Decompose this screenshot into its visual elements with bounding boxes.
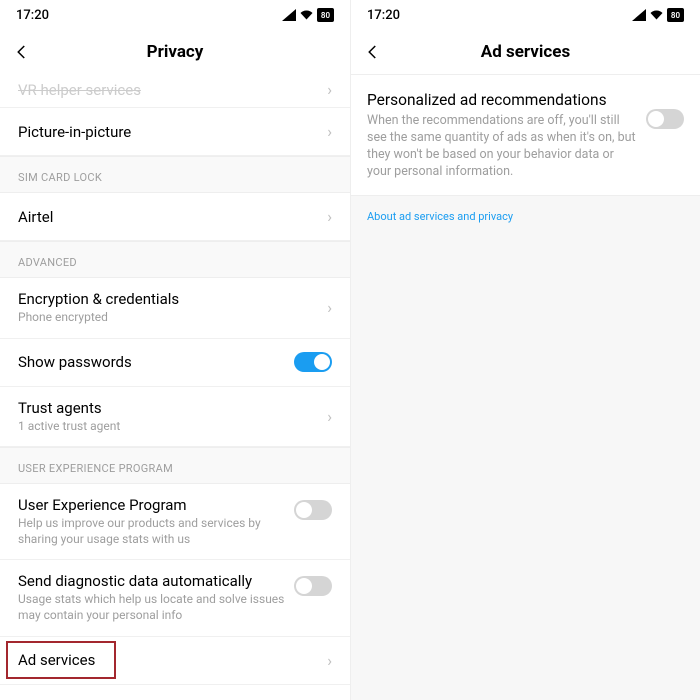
- wifi-icon: [649, 9, 664, 21]
- chevron-right-icon: ›: [319, 207, 332, 226]
- header: Ad services: [351, 30, 700, 74]
- row-title: Picture-in-picture: [18, 123, 319, 141]
- row-title: Trust agents: [18, 399, 319, 417]
- link-about-ad-services[interactable]: About ad services and privacy: [351, 196, 700, 237]
- section-advanced: ADVANCED: [0, 241, 350, 278]
- section-sim-card-lock: SIM CARD LOCK: [0, 156, 350, 193]
- row-title: User Experience Program: [18, 496, 294, 514]
- row-title: VR helper services: [18, 81, 319, 99]
- page-title: Ad services: [351, 42, 700, 62]
- section-user-experience-program: USER EXPERIENCE PROGRAM: [0, 447, 350, 484]
- row-subtitle: Help us improve our products and service…: [18, 516, 294, 547]
- toggle-send-diagnostic[interactable]: [294, 576, 332, 596]
- row-title: Show passwords: [18, 353, 294, 371]
- wifi-icon: [299, 9, 314, 21]
- chevron-left-icon: [13, 43, 31, 61]
- row-encryption-credentials[interactable]: Encryption & credentials Phone encrypted…: [0, 278, 350, 339]
- chevron-left-icon: [364, 43, 382, 61]
- status-time: 17:20: [16, 8, 49, 23]
- toggle-personalized-ads[interactable]: [646, 109, 684, 129]
- privacy-screen: 17:20 80 Privacy VR helper services › Pi…: [0, 0, 350, 700]
- battery-icon: 80: [317, 8, 334, 22]
- chevron-right-icon: ›: [319, 122, 332, 141]
- status-bar: 17:20 80: [0, 0, 350, 30]
- signal-icon: [632, 9, 646, 21]
- row-airtel[interactable]: Airtel ›: [0, 193, 350, 241]
- chevron-right-icon: ›: [319, 298, 332, 317]
- status-icons: 80: [632, 8, 684, 22]
- toggle-user-experience-program[interactable]: [294, 500, 332, 520]
- row-vr-helper[interactable]: VR helper services ›: [0, 74, 350, 108]
- ad-services-screen: 17:20 80 Ad services Personalized ad rec…: [350, 0, 700, 700]
- chevron-right-icon: ›: [319, 651, 332, 670]
- screen-body: Personalized ad recommendations When the…: [351, 75, 700, 700]
- back-button[interactable]: [361, 40, 385, 64]
- row-user-experience-program[interactable]: User Experience Program Help us improve …: [0, 484, 350, 560]
- row-subtitle: Usage stats which help us locate and sol…: [18, 592, 294, 623]
- row-subtitle: 1 active trust agent: [18, 419, 319, 435]
- row-trust-agents[interactable]: Trust agents 1 active trust agent ›: [0, 387, 350, 448]
- row-subtitle: When the recommendations are off, you'll…: [367, 113, 646, 181]
- row-ad-services[interactable]: Ad services ›: [0, 637, 350, 685]
- row-web-apps[interactable]: Web apps ›: [0, 685, 350, 700]
- row-subtitle: Phone encrypted: [18, 310, 319, 326]
- chevron-right-icon: ›: [319, 407, 332, 426]
- header: Privacy: [0, 30, 350, 74]
- row-title: Send diagnostic data automatically: [18, 572, 294, 590]
- page-title: Privacy: [0, 42, 350, 62]
- row-send-diagnostic[interactable]: Send diagnostic data automatically Usage…: [0, 560, 350, 636]
- toggle-show-passwords[interactable]: [294, 352, 332, 372]
- row-title: Encryption & credentials: [18, 290, 319, 308]
- chevron-right-icon: ›: [319, 80, 332, 99]
- battery-icon: 80: [667, 8, 684, 22]
- signal-icon: [282, 9, 296, 21]
- status-bar: 17:20 80: [351, 0, 700, 30]
- status-icons: 80: [282, 8, 334, 22]
- row-title: Personalized ad recommendations: [367, 91, 646, 109]
- row-title: Airtel: [18, 208, 319, 226]
- back-button[interactable]: [10, 40, 34, 64]
- status-time: 17:20: [367, 8, 400, 23]
- row-personalized-ads[interactable]: Personalized ad recommendations When the…: [351, 75, 700, 196]
- row-show-passwords[interactable]: Show passwords: [0, 339, 350, 387]
- row-picture-in-picture[interactable]: Picture-in-picture ›: [0, 108, 350, 156]
- row-title: Ad services: [18, 651, 319, 669]
